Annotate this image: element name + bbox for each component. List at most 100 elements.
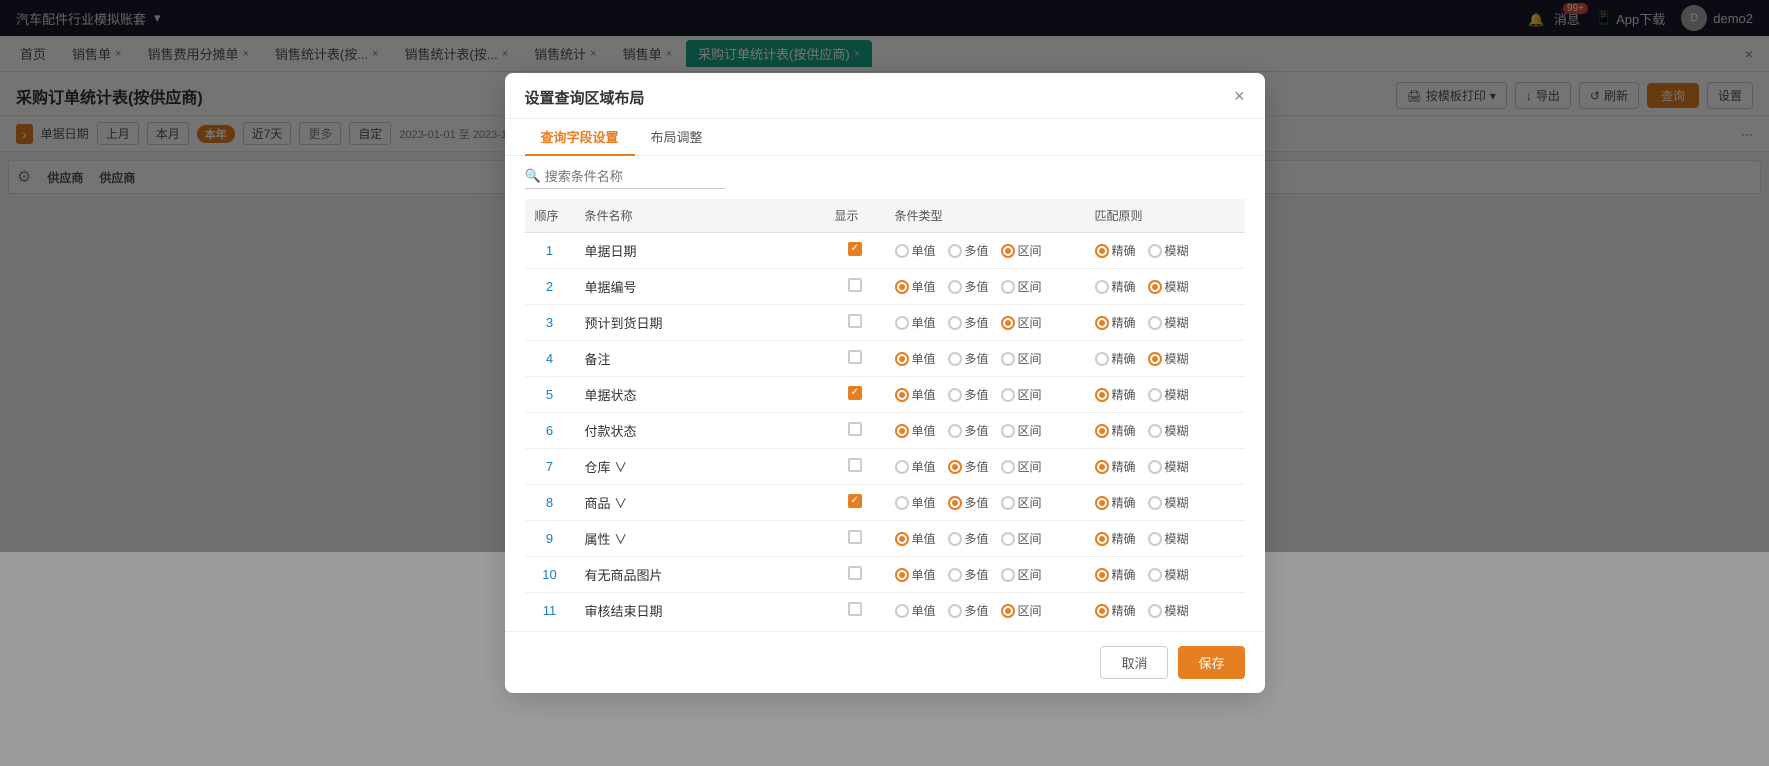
checkbox[interactable] bbox=[848, 566, 862, 580]
row-show-checkbox[interactable] bbox=[825, 341, 885, 377]
radio-item[interactable]: 单值 bbox=[895, 530, 936, 547]
row-show-checkbox[interactable] bbox=[825, 233, 885, 269]
radio-item[interactable]: 精确 bbox=[1095, 602, 1136, 619]
radio-circle bbox=[1095, 316, 1109, 330]
radio-item[interactable]: 模糊 bbox=[1148, 458, 1189, 475]
checkbox[interactable] bbox=[848, 458, 862, 472]
radio-item[interactable]: 单值 bbox=[895, 566, 936, 583]
row-show-checkbox[interactable] bbox=[825, 449, 885, 485]
radio-item[interactable]: 多值 bbox=[948, 350, 989, 367]
radio-item[interactable]: 单值 bbox=[895, 242, 936, 259]
checkbox[interactable] bbox=[848, 314, 862, 328]
radio-item[interactable]: 精确 bbox=[1095, 314, 1136, 331]
radio-item[interactable]: 单值 bbox=[895, 458, 936, 475]
radio-label: 单值 bbox=[912, 350, 936, 367]
row-show-checkbox[interactable] bbox=[825, 593, 885, 624]
radio-item[interactable]: 单值 bbox=[895, 422, 936, 439]
radio-item[interactable]: 精确 bbox=[1095, 530, 1136, 547]
radio-item[interactable]: 多值 bbox=[948, 314, 989, 331]
radio-item[interactable]: 多值 bbox=[948, 494, 989, 511]
radio-item[interactable]: 区间 bbox=[1001, 386, 1042, 403]
radio-item[interactable]: 单值 bbox=[895, 386, 936, 403]
radio-item[interactable]: 多值 bbox=[948, 386, 989, 403]
radio-item[interactable]: 区间 bbox=[1001, 350, 1042, 367]
radio-circle bbox=[895, 532, 909, 546]
row-order: 10 bbox=[525, 557, 575, 593]
radio-item[interactable]: 模糊 bbox=[1148, 494, 1189, 511]
radio-item[interactable]: 模糊 bbox=[1148, 314, 1189, 331]
radio-item[interactable]: 单值 bbox=[895, 314, 936, 331]
radio-item[interactable]: 单值 bbox=[895, 350, 936, 367]
radio-item[interactable]: 精确 bbox=[1095, 242, 1136, 259]
radio-item[interactable]: 单值 bbox=[895, 494, 936, 511]
radio-item[interactable]: 模糊 bbox=[1148, 566, 1189, 583]
radio-item[interactable]: 精确 bbox=[1095, 386, 1136, 403]
checkbox[interactable] bbox=[848, 242, 862, 256]
checkbox[interactable] bbox=[848, 386, 862, 400]
row-match-radios: 精确模糊 bbox=[1085, 449, 1245, 485]
row-show-checkbox[interactable] bbox=[825, 269, 885, 305]
row-show-checkbox[interactable] bbox=[825, 557, 885, 593]
row-order: 4 bbox=[525, 341, 575, 377]
radio-item[interactable]: 模糊 bbox=[1148, 350, 1189, 367]
checkbox[interactable] bbox=[848, 350, 862, 364]
radio-item[interactable]: 单值 bbox=[895, 278, 936, 295]
radio-item[interactable]: 模糊 bbox=[1148, 386, 1189, 403]
radio-item[interactable]: 模糊 bbox=[1148, 422, 1189, 439]
radio-label: 多值 bbox=[965, 602, 989, 619]
save-button[interactable]: 保存 bbox=[1178, 646, 1244, 679]
search-input[interactable] bbox=[545, 169, 725, 184]
radio-item[interactable]: 精确 bbox=[1095, 494, 1136, 511]
radio-item[interactable]: 区间 bbox=[1001, 242, 1042, 259]
row-type-radios: 单值多值区间 bbox=[885, 377, 1085, 413]
table-row: 9属性 ∨单值多值区间精确模糊 bbox=[525, 521, 1245, 557]
radio-item[interactable]: 模糊 bbox=[1148, 278, 1189, 295]
radio-item[interactable]: 模糊 bbox=[1148, 242, 1189, 259]
radio-label: 精确 bbox=[1112, 386, 1136, 403]
radio-item[interactable]: 多值 bbox=[948, 458, 989, 475]
radio-item[interactable]: 多值 bbox=[948, 242, 989, 259]
row-show-checkbox[interactable] bbox=[825, 413, 885, 449]
radio-item[interactable]: 区间 bbox=[1001, 530, 1042, 547]
row-show-checkbox[interactable] bbox=[825, 521, 885, 557]
radio-item[interactable]: 区间 bbox=[1001, 314, 1042, 331]
row-match-radios: 精确模糊 bbox=[1085, 269, 1245, 305]
radio-item[interactable]: 区间 bbox=[1001, 422, 1042, 439]
radio-item[interactable]: 单值 bbox=[895, 602, 936, 619]
radio-item[interactable]: 区间 bbox=[1001, 494, 1042, 511]
checkbox[interactable] bbox=[848, 494, 862, 508]
row-show-checkbox[interactable] bbox=[825, 485, 885, 521]
checkbox[interactable] bbox=[848, 602, 862, 616]
radio-item[interactable]: 模糊 bbox=[1148, 602, 1189, 619]
modal-tab-layout[interactable]: 布局调整 bbox=[635, 119, 719, 156]
radio-item[interactable]: 精确 bbox=[1095, 566, 1136, 583]
radio-item[interactable]: 区间 bbox=[1001, 566, 1042, 583]
checkbox[interactable] bbox=[848, 530, 862, 544]
modal-close-button[interactable]: × bbox=[1234, 87, 1245, 105]
radio-item[interactable]: 精确 bbox=[1095, 350, 1136, 367]
row-show-checkbox[interactable] bbox=[825, 305, 885, 341]
radio-item[interactable]: 精确 bbox=[1095, 458, 1136, 475]
radio-circle bbox=[1095, 424, 1109, 438]
radio-item[interactable]: 模糊 bbox=[1148, 530, 1189, 547]
checkbox[interactable] bbox=[848, 278, 862, 292]
radio-item[interactable]: 区间 bbox=[1001, 278, 1042, 295]
row-type-radios: 单值 多值区间 bbox=[885, 593, 1085, 624]
row-type-radios: 单值多值区间 bbox=[885, 233, 1085, 269]
radio-item[interactable]: 精确 bbox=[1095, 422, 1136, 439]
cancel-button[interactable]: 取消 bbox=[1100, 646, 1168, 679]
radio-item[interactable]: 精确 bbox=[1095, 278, 1136, 295]
radio-label: 模糊 bbox=[1165, 494, 1189, 511]
radio-item[interactable]: 多值 bbox=[948, 422, 989, 439]
radio-item[interactable]: 多值 bbox=[948, 530, 989, 547]
radio-item[interactable]: 区间 bbox=[1001, 602, 1042, 619]
radio-item[interactable]: 区间 bbox=[1001, 458, 1042, 475]
settings-modal: 设置查询区域布局 × 查询字段设置 布局调整 🔍 bbox=[505, 73, 1265, 693]
radio-item[interactable]: 多值 bbox=[948, 566, 989, 583]
modal-tab-query-fields[interactable]: 查询字段设置 bbox=[525, 119, 635, 156]
row-name: 有无商品图片 bbox=[575, 557, 825, 593]
radio-item[interactable]: 多值 bbox=[948, 602, 989, 619]
checkbox[interactable] bbox=[848, 422, 862, 436]
row-show-checkbox[interactable] bbox=[825, 377, 885, 413]
radio-item[interactable]: 多值 bbox=[948, 278, 989, 295]
